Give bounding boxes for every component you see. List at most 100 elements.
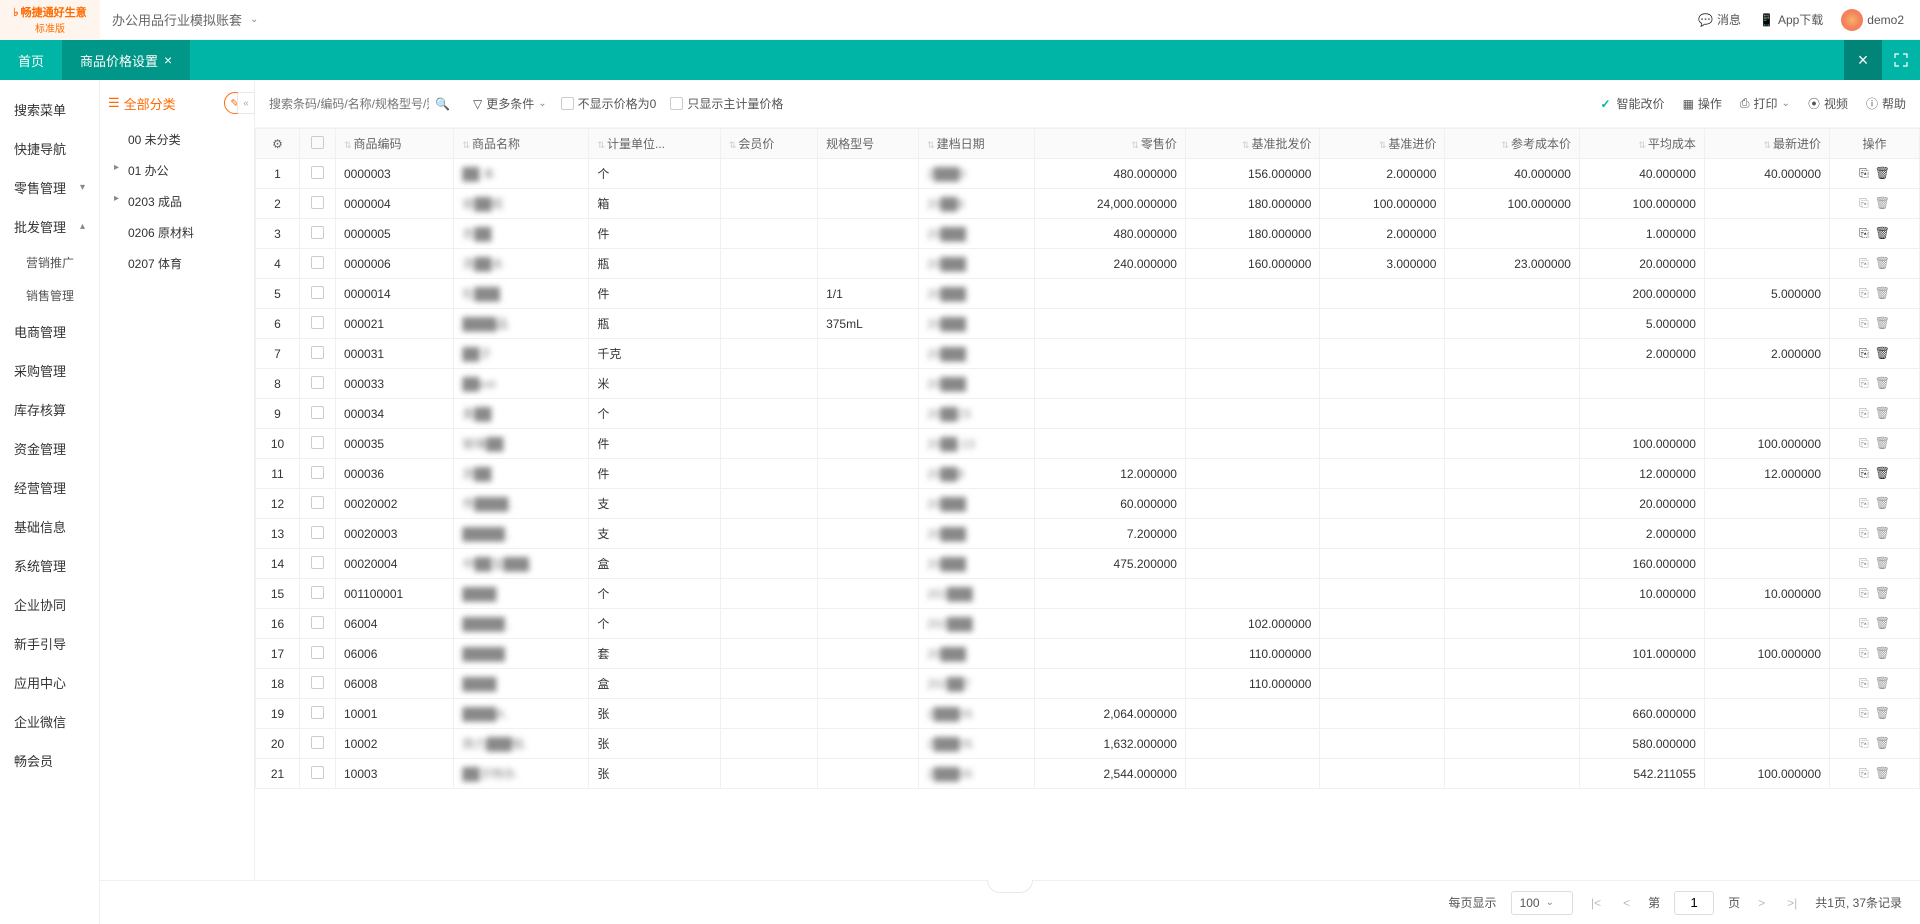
sidebar-ecom[interactable]: 电商管理: [0, 312, 99, 351]
table-row[interactable]: 1706006█████套20███110.000000101.00000010…: [256, 639, 1920, 669]
copy-icon[interactable]: ⎘: [1859, 346, 1869, 361]
per-page-select[interactable]: 100 ⌄: [1511, 891, 1573, 915]
col-purchase[interactable]: ⇅基准进价: [1320, 129, 1445, 159]
row-checkbox[interactable]: [300, 609, 336, 639]
price-table-wrap[interactable]: ⚙ ⇅商品编码 ⇅商品名称 ⇅计量单位... ⇅会员价 规格型号 ⇅建档日期 ⇅…: [255, 128, 1920, 880]
delete-icon[interactable]: 🗑: [1875, 676, 1890, 691]
table-row[interactable]: 9000034奥██个20██23⎘🗑: [256, 399, 1920, 429]
copy-icon[interactable]: ⎘: [1859, 616, 1869, 631]
col-wholesale[interactable]: ⇅基准批发价: [1185, 129, 1320, 159]
tree-all[interactable]: ☰ 全部分类: [108, 94, 176, 113]
table-row[interactable]: 2010002扬力███铂.张2███051,632.000000580.000…: [256, 729, 1920, 759]
delete-icon[interactable]: 🗑: [1875, 466, 1890, 481]
prev-page-button[interactable]: <: [1619, 896, 1634, 910]
fullscreen-button[interactable]: [1882, 40, 1920, 80]
row-checkbox[interactable]: [300, 339, 336, 369]
user-menu[interactable]: demo2: [1841, 9, 1904, 31]
delete-icon[interactable]: 🗑: [1875, 406, 1890, 421]
copy-icon[interactable]: ⎘: [1859, 406, 1869, 421]
table-row[interactable]: 11000036测██件20██812.00000012.00000012.00…: [256, 459, 1920, 489]
table-row[interactable]: 10000003██ 本个2███0480.000000156.0000002.…: [256, 159, 1920, 189]
table-row[interactable]: 1300020003█████ .支20███7.2000002.000000⎘…: [256, 519, 1920, 549]
more-filters-button[interactable]: ▽ 更多条件 ⌄: [473, 95, 547, 112]
delete-icon[interactable]: 🗑: [1875, 376, 1890, 391]
copy-icon[interactable]: ⎘: [1859, 256, 1869, 271]
table-row[interactable]: 1910001████A.张2███052,064.000000660.0000…: [256, 699, 1920, 729]
tab-home[interactable]: 首页: [0, 40, 62, 80]
sidebar-member[interactable]: 畅会员: [0, 741, 99, 780]
table-row[interactable]: 20000004收██纸箱20██824,000.000000180.00000…: [256, 189, 1920, 219]
sidebar-inventory[interactable]: 库存核算: [0, 390, 99, 429]
last-page-button[interactable]: >|: [1783, 896, 1801, 910]
col-name[interactable]: ⇅商品名称: [454, 129, 589, 159]
copy-icon[interactable]: ⎘: [1859, 226, 1869, 241]
col-settings[interactable]: ⚙: [256, 129, 300, 159]
table-row[interactable]: 6000021████品瓶375mL20███5.000000⎘🗑: [256, 309, 1920, 339]
table-row[interactable]: 50000014杜███件1/120███200.0000005.000000⎘…: [256, 279, 1920, 309]
col-checkall[interactable]: [300, 129, 336, 159]
tree-node-office[interactable]: 01 办公: [108, 155, 246, 186]
copy-icon[interactable]: ⎘: [1859, 166, 1869, 181]
table-row[interactable]: 2110003██沂特办.张2███052,544.000000542.2110…: [256, 759, 1920, 789]
table-row[interactable]: 15001100001████个202███10.00000010.000000…: [256, 579, 1920, 609]
copy-icon[interactable]: ⎘: [1859, 646, 1869, 661]
sidebar-sales[interactable]: 销售管理: [0, 279, 99, 312]
row-checkbox[interactable]: [300, 549, 336, 579]
row-checkbox[interactable]: [300, 279, 336, 309]
table-row[interactable]: 8000033██est米20███⎘🗑: [256, 369, 1920, 399]
row-checkbox[interactable]: [300, 639, 336, 669]
copy-icon[interactable]: ⎘: [1859, 286, 1869, 301]
tree-node-raw[interactable]: 0206 原材料: [108, 217, 246, 248]
sidebar-wechat[interactable]: 企业微信: [0, 702, 99, 741]
operate-button[interactable]: ▦操作: [1683, 95, 1722, 112]
copy-icon[interactable]: ⎘: [1859, 466, 1869, 481]
col-latest[interactable]: ⇅最新进价: [1704, 129, 1829, 159]
table-row[interactable]: 1606004█████ .个202███102.000000⎘🗑: [256, 609, 1920, 639]
row-checkbox[interactable]: [300, 759, 336, 789]
tab-price-settings[interactable]: 商品价格设置 ×: [62, 40, 190, 80]
collapse-tree-button[interactable]: «: [237, 92, 255, 114]
row-checkbox[interactable]: [300, 189, 336, 219]
delete-icon[interactable]: 🗑: [1875, 256, 1890, 271]
copy-icon[interactable]: ⎘: [1859, 496, 1869, 511]
copy-icon[interactable]: ⎘: [1859, 376, 1869, 391]
delete-icon[interactable]: 🗑: [1875, 586, 1890, 601]
row-checkbox[interactable]: [300, 519, 336, 549]
copy-icon[interactable]: ⎘: [1859, 586, 1869, 601]
copy-icon[interactable]: ⎘: [1859, 676, 1869, 691]
copy-icon[interactable]: ⎘: [1859, 706, 1869, 721]
delete-icon[interactable]: 🗑: [1875, 766, 1890, 781]
search-icon[interactable]: 🔍: [435, 97, 450, 111]
sidebar-quicknav[interactable]: 快捷导航: [0, 129, 99, 168]
delete-icon[interactable]: 🗑: [1875, 526, 1890, 541]
row-checkbox[interactable]: [300, 219, 336, 249]
row-checkbox[interactable]: [300, 489, 336, 519]
search-input[interactable]: [269, 97, 429, 111]
row-checkbox[interactable]: [300, 459, 336, 489]
delete-icon[interactable]: 🗑: [1875, 616, 1890, 631]
table-row[interactable]: 10000035玻璃██件20██-13100.000000100.000000…: [256, 429, 1920, 459]
col-code[interactable]: ⇅商品编码: [336, 129, 454, 159]
print-button[interactable]: ⎙打印⌄: [1740, 95, 1790, 112]
delete-icon[interactable]: 🗑: [1875, 166, 1890, 181]
col-member[interactable]: ⇅会员价: [720, 129, 817, 159]
row-checkbox[interactable]: [300, 429, 336, 459]
delete-icon[interactable]: 🗑: [1875, 316, 1890, 331]
video-button[interactable]: ⦿视频: [1808, 95, 1848, 112]
tab-close-all-button[interactable]: ×: [1844, 40, 1882, 80]
col-refcost[interactable]: ⇅参考成本价: [1445, 129, 1580, 159]
workspace-selector[interactable]: 办公用品行业模拟账套 ⌄: [112, 10, 258, 29]
sidebar-wholesale[interactable]: 批发管理▴: [0, 207, 99, 246]
copy-icon[interactable]: ⎘: [1859, 436, 1869, 451]
delete-icon[interactable]: 🗑: [1875, 226, 1890, 241]
next-page-button[interactable]: >: [1754, 896, 1769, 910]
sidebar-purchase[interactable]: 采购管理: [0, 351, 99, 390]
tree-node-sports[interactable]: 0207 体育: [108, 248, 246, 279]
delete-icon[interactable]: 🗑: [1875, 346, 1890, 361]
app-download-button[interactable]: 📱 App下载: [1759, 11, 1823, 28]
table-row[interactable]: 1400020004中██宝███.盒20███475.200000160.00…: [256, 549, 1920, 579]
sidebar-newbie[interactable]: 新手引导: [0, 624, 99, 663]
row-checkbox[interactable]: [300, 699, 336, 729]
copy-icon[interactable]: ⎘: [1859, 316, 1869, 331]
first-page-button[interactable]: |<: [1587, 896, 1605, 910]
